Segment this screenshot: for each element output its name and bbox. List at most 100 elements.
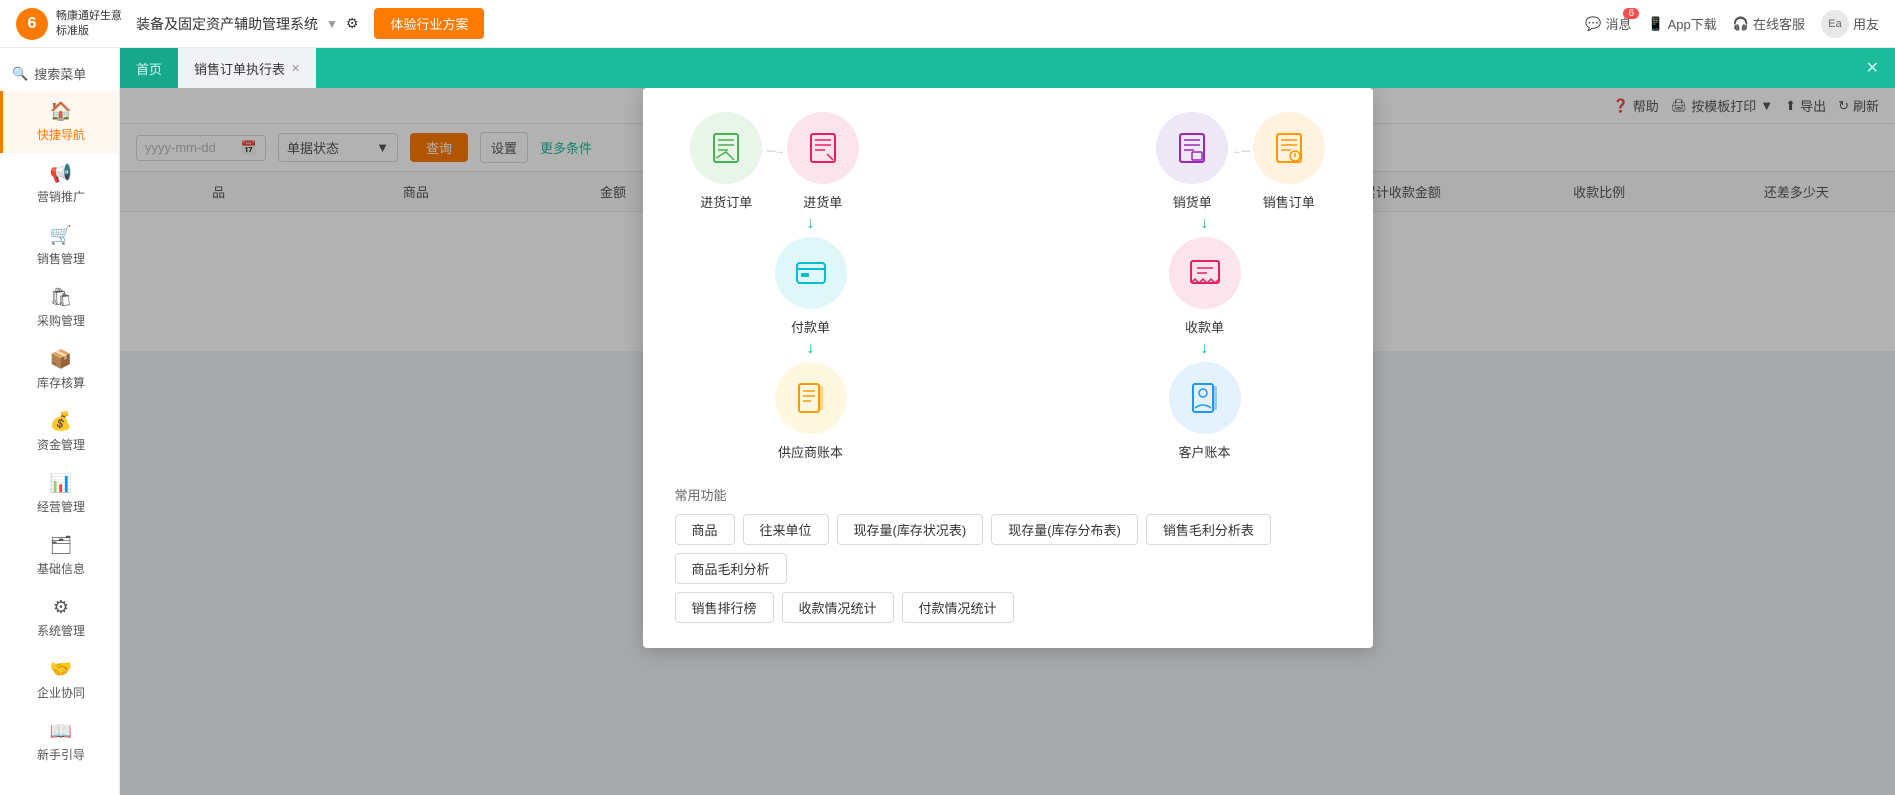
sales-bill-down-arrow: ↓: [1201, 215, 1209, 233]
sidebar-item-system[interactable]: ⚙ 系统管理: [0, 587, 119, 649]
finance-icon: 💰: [50, 411, 72, 432]
customer-ledger-label: 客户账本: [1178, 442, 1230, 461]
tab-bar-close-icon[interactable]: ✕: [1850, 58, 1895, 78]
purchase-order-circle: [690, 112, 762, 184]
function-buttons-row2: 销售排行榜 收款情况统计 付款情况统计: [675, 592, 1341, 623]
sidebar-item-label: 新手引导: [37, 746, 85, 763]
flow-node-customer-ledger[interactable]: 客户账本: [1169, 362, 1241, 461]
guide-icon: 📖: [50, 721, 72, 742]
sidebar-item-label: 基础信息: [37, 560, 85, 577]
service-icon: 🎧: [1733, 16, 1749, 32]
sidebar-item-finance[interactable]: 💰 资金管理: [0, 401, 119, 463]
purchase-bill-circle: [787, 112, 859, 184]
modal-overlay[interactable]: 进货订单 - - - - →: [120, 88, 1895, 795]
tab-bar: 首页 销售订单执行表 ✕ ✕: [120, 48, 1895, 88]
common-functions: 常用功能 商品 往来单位 现存量(库存状况表) 现存量(库存分布表) 销售毛利分…: [675, 485, 1341, 623]
supplier-ledger-circle: [775, 362, 847, 434]
func-btn-product-profit[interactable]: 商品毛利分析: [675, 553, 787, 584]
marketing-icon: 📢: [50, 163, 72, 184]
modal-scroll-area: ◀ ▶: [643, 647, 1373, 648]
sidebar-item-label: 系统管理: [37, 622, 85, 639]
flow-node-purchase-bill[interactable]: 进货单: [787, 112, 859, 211]
modal-dialog: 进货订单 - - - - →: [643, 88, 1373, 648]
purchase-bill-label: 进货单: [803, 192, 842, 211]
sidebar-item-label: 快捷导航: [37, 126, 85, 143]
sidebar-item-label: 企业协同: [37, 684, 85, 701]
top-bar: 6 畅康通好生意 标准版 装备及固定资产辅助管理系统 ▼ ⚙ 体验行业方案 💬 …: [0, 0, 1895, 48]
user-area[interactable]: Ea 用友: [1821, 10, 1879, 38]
flow-node-receipt[interactable]: 收款单: [1169, 237, 1241, 336]
sales-icon: 🛒: [50, 225, 72, 246]
payment-circle: [775, 237, 847, 309]
func-btn-receipt-stat[interactable]: 收款情况统计: [782, 592, 894, 623]
tab-close-icon[interactable]: ✕: [291, 62, 300, 75]
sidebar-item-operations[interactable]: 📊 经营管理: [0, 463, 119, 525]
sidebar-item-quick-nav[interactable]: 🏠 快捷导航: [0, 91, 119, 153]
sidebar-item-basic[interactable]: 🗂 基础信息: [0, 525, 119, 587]
sidebar-item-purchase[interactable]: 🛍 采购管理: [0, 277, 119, 339]
enterprise-icon: 🤝: [50, 659, 72, 680]
system-title-area: 装备及固定资产辅助管理系统 ▼ ⚙ 体验行业方案: [136, 8, 1585, 39]
func-btn-stock-dist[interactable]: 现存量(库存分布表): [991, 514, 1138, 545]
flow-node-sales-bill[interactable]: 销货单: [1156, 112, 1228, 211]
function-buttons-row1: 商品 往来单位 现存量(库存状况表) 现存量(库存分布表) 销售毛利分析表 商品…: [675, 514, 1341, 584]
func-btn-product[interactable]: 商品: [675, 514, 735, 545]
sidebar-item-label: 营销推广: [37, 188, 85, 205]
sales-bill-circle: [1156, 112, 1228, 184]
sales-order-label: 销售订单: [1263, 192, 1315, 211]
sidebar: 🔍 搜索菜单 🏠 快捷导航 📢 营销推广 🛒 销售管理 🛍 采购管理 📦 库存核…: [0, 48, 120, 795]
flow-node-sales-order[interactable]: 销售订单: [1253, 112, 1325, 211]
func-btn-sales-profit[interactable]: 销售毛利分析表: [1146, 514, 1271, 545]
func-btn-partner[interactable]: 往来单位: [743, 514, 829, 545]
payment-label: 付款单: [791, 317, 830, 336]
message-btn[interactable]: 💬 消息 6: [1585, 14, 1631, 33]
purchase-icon: 🛍: [50, 287, 73, 308]
func-btn-payment-stat[interactable]: 付款情况统计: [902, 592, 1014, 623]
receipt-circle: [1169, 237, 1241, 309]
settings-icon[interactable]: ⚙: [346, 15, 359, 32]
receipt-down-arrow: ↓: [1201, 340, 1209, 358]
trial-button[interactable]: 体验行业方案: [374, 8, 484, 39]
logo-area: 6 畅康通好生意 标准版: [16, 8, 136, 40]
sidebar-item-label: 资金管理: [37, 436, 85, 453]
common-functions-title: 常用功能: [675, 485, 1341, 504]
sidebar-item-label: 经营管理: [37, 498, 85, 515]
sidebar-item-marketing[interactable]: 📢 营销推广: [0, 153, 119, 215]
operations-icon: 📊: [50, 473, 72, 494]
flow-node-payment[interactable]: 付款单: [775, 237, 847, 336]
func-btn-stock-status[interactable]: 现存量(库存状况表): [837, 514, 984, 545]
sidebar-item-label: 库存核算: [37, 374, 85, 391]
supplier-ledger-label: 供应商账本: [778, 442, 843, 461]
sidebar-item-enterprise[interactable]: 🤝 企业协同: [0, 649, 119, 711]
flow-node-supplier-ledger[interactable]: 供应商账本: [775, 362, 847, 461]
payment-down-arrow: ↓: [807, 340, 815, 358]
sidebar-search[interactable]: 🔍 搜索菜单: [0, 56, 119, 91]
app-download-btn[interactable]: 📱 App下载: [1647, 14, 1716, 33]
avatar: Ea: [1821, 10, 1849, 38]
logo-icon: 6: [16, 8, 48, 40]
search-icon: 🔍: [12, 66, 28, 82]
sidebar-item-label: 销售管理: [37, 250, 85, 267]
quick-nav-icon: 🏠: [50, 101, 72, 122]
system-icon: ⚙: [53, 597, 69, 618]
main-layout: 🔍 搜索菜单 🏠 快捷导航 📢 营销推广 🛒 销售管理 🛍 采购管理 📦 库存核…: [0, 48, 1895, 795]
top-right: 💬 消息 6 📱 App下载 🎧 在线客服 Ea 用友: [1585, 10, 1879, 38]
tab-home[interactable]: 首页: [120, 48, 178, 88]
sidebar-item-guide[interactable]: 📖 新手引导: [0, 711, 119, 773]
sales-bill-label: 销货单: [1173, 192, 1212, 211]
func-btn-sales-rank[interactable]: 销售排行榜: [675, 592, 774, 623]
message-badge: 6: [1623, 8, 1639, 19]
basic-icon: 🗂: [50, 535, 73, 556]
online-service-btn[interactable]: 🎧 在线客服: [1733, 14, 1805, 33]
system-title-dropdown[interactable]: ▼: [326, 17, 338, 31]
sidebar-item-sales[interactable]: 🛒 销售管理: [0, 215, 119, 277]
modal-body: 进货订单 - - - - →: [643, 88, 1373, 647]
sidebar-item-inventory[interactable]: 📦 库存核算: [0, 339, 119, 401]
sales-order-circle: [1253, 112, 1325, 184]
system-title-text: 装备及固定资产辅助管理系统: [136, 14, 318, 34]
tab-sales-order[interactable]: 销售订单执行表 ✕: [178, 48, 316, 88]
sidebar-item-label: 采购管理: [37, 312, 85, 329]
flow-node-purchase-order[interactable]: 进货订单: [690, 112, 762, 211]
purchase-order-label: 进货订单: [700, 192, 752, 211]
logo-text: 畅康通好生意 标准版: [56, 9, 122, 38]
